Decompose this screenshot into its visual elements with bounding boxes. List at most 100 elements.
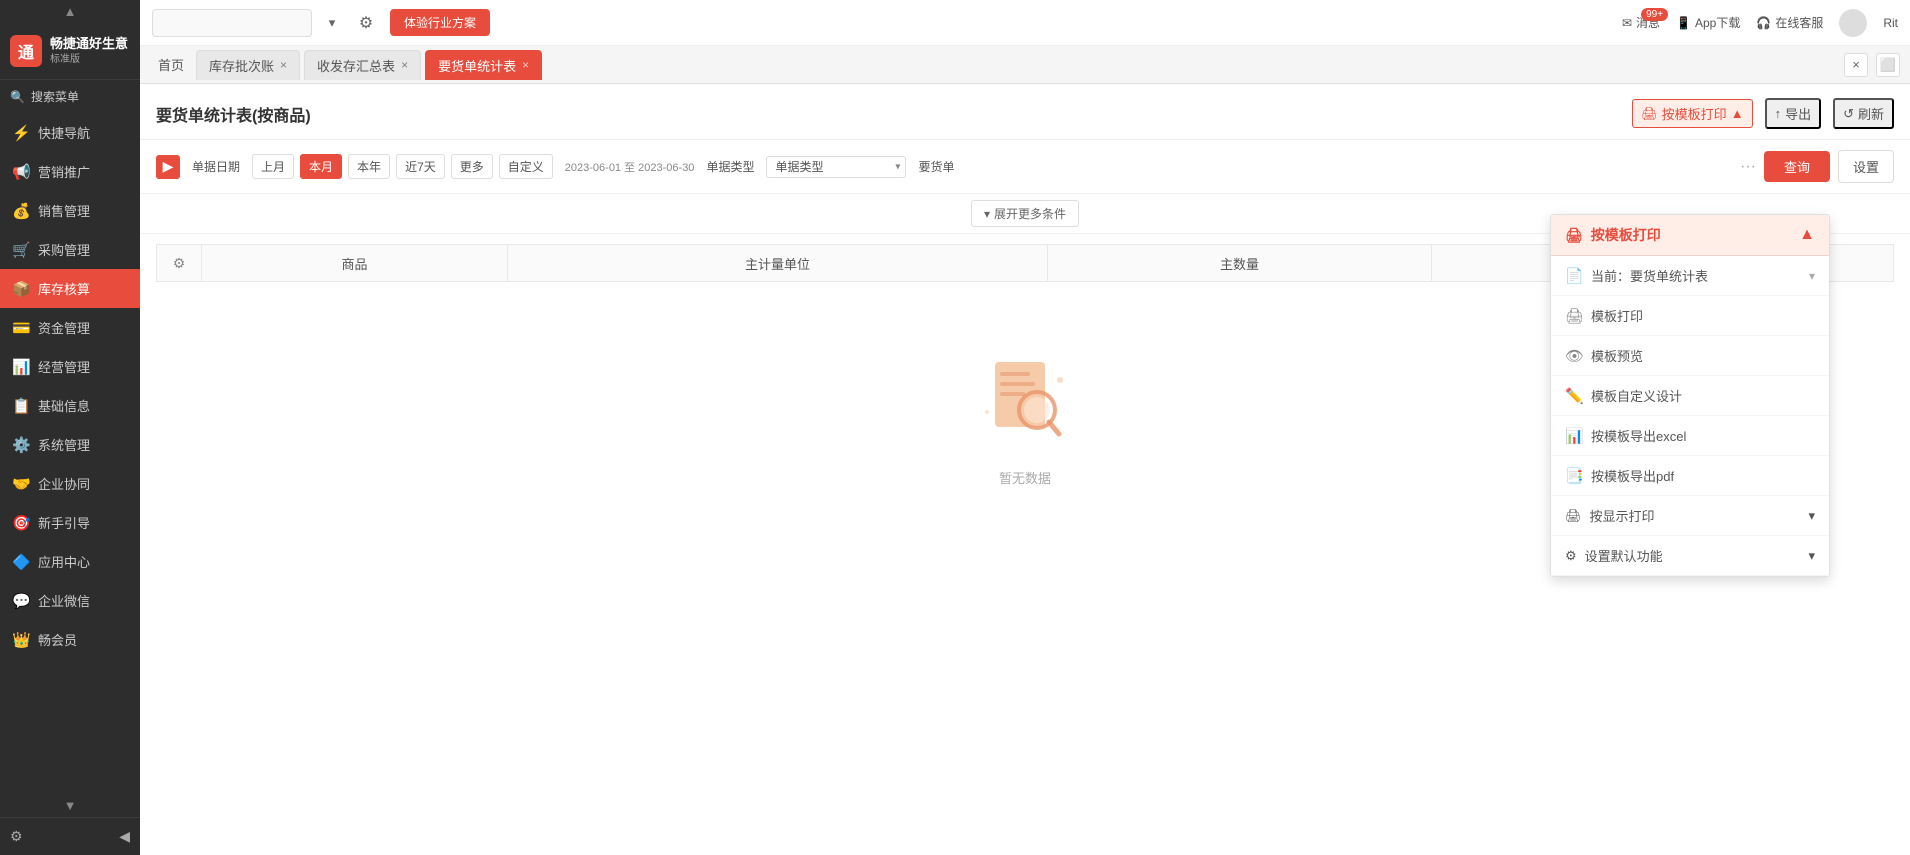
topbar-settings-btn[interactable]: ⚙	[352, 9, 380, 37]
print-dropdown-printer-icon: 🖨	[1565, 227, 1583, 244]
trial-industry-btn[interactable]: 体验行业方案	[390, 9, 490, 36]
sidebar-settings-btn[interactable]: ⚙	[10, 828, 23, 845]
page-title: 要货单统计表(按商品)	[156, 102, 311, 126]
print-template-label: 按模板打印	[1662, 104, 1727, 123]
app-center-icon: 🔷	[12, 553, 30, 571]
topbar-search-input[interactable]	[152, 9, 312, 37]
sidebar-item-quick-nav[interactable]: ⚡ 快捷导航	[0, 113, 140, 152]
print-current-icon: 📄	[1565, 267, 1583, 285]
tab-batch-account[interactable]: 库存批次账 ×	[196, 50, 300, 80]
print-dropdown-template-print-item[interactable]: 🖨 模板打印	[1551, 296, 1829, 336]
sidebar-item-member[interactable]: 👑 畅会员	[0, 620, 140, 659]
date-btn-more[interactable]: 更多	[451, 154, 493, 179]
sidebar-item-purchase[interactable]: 🛒 采购管理	[0, 230, 140, 269]
tab-batch-account-close[interactable]: ×	[280, 58, 287, 72]
page-actions: 🖨 按模板打印 ▲ ↑ 导出 ↺ 刷新	[1632, 98, 1894, 129]
export-icon: ↑	[1775, 106, 1782, 121]
tab-order-summary-close[interactable]: ×	[522, 58, 529, 72]
tab-collection-summary-label: 收发存汇总表	[317, 56, 395, 75]
system-icon: ⚙️	[12, 436, 30, 454]
sidebar-collapse-btn[interactable]: ◀	[119, 828, 130, 845]
date-btn-last-month[interactable]: 上月	[252, 154, 294, 179]
sidebar-item-basic-info[interactable]: 📋 基础信息	[0, 386, 140, 425]
date-btn-current-year[interactable]: 本年	[348, 154, 390, 179]
user-avatar[interactable]	[1839, 9, 1867, 37]
page-header: 要货单统计表(按商品) 🖨 按模板打印 ▲ ↑ 导出 ↺ 刷新	[140, 84, 1910, 140]
online-service-label: 在线客服	[1775, 14, 1823, 31]
sidebar-item-marketing[interactable]: 📢 营销推广	[0, 152, 140, 191]
tab-batch-account-label: 库存批次账	[209, 56, 274, 75]
search-icon: 🔍	[10, 90, 25, 104]
filter-bar: ▶ 单据日期 上月 本月 本年 近7天 更多 自定义 2023-06-01 至 …	[140, 140, 1910, 194]
sidebar-search-label: 搜索菜单	[31, 88, 79, 105]
template-custom-item-left: ✏️ 模板自定义设计	[1565, 386, 1682, 405]
export-btn[interactable]: ↑ 导出	[1765, 98, 1822, 129]
topbar-app-download-btn[interactable]: 📱 App下载	[1676, 14, 1740, 31]
filter-settings-btn[interactable]: 设置	[1838, 150, 1894, 183]
sidebar-item-finance[interactable]: 💳 资金管理	[0, 308, 140, 347]
tab-order-summary-label: 要货单统计表	[438, 56, 516, 75]
finance-icon: 💳	[12, 319, 30, 337]
topbar-dropdown-btn[interactable]: ▾	[322, 13, 342, 33]
print-dropdown-close-btn[interactable]: ▲	[1799, 226, 1815, 244]
expand-more-btn[interactable]: ▾ 展开更多条件	[971, 200, 1079, 227]
sidebar-item-label: 畅会员	[38, 630, 77, 649]
page-area: 要货单统计表(按商品) 🖨 按模板打印 ▲ ↑ 导出 ↺ 刷新 ▶	[140, 84, 1910, 855]
table-th-quantity: 主数量	[1047, 245, 1431, 282]
sidebar-item-label: 销售管理	[38, 201, 90, 220]
topbar-online-service-btn[interactable]: 🎧 在线客服	[1756, 14, 1823, 31]
table-column-settings-btn[interactable]: ⚙	[169, 253, 189, 273]
message-badge: 99+	[1641, 8, 1668, 21]
date-btn-custom[interactable]: 自定义	[499, 154, 553, 179]
tab-collection-summary[interactable]: 收发存汇总表 ×	[304, 50, 421, 80]
print-dropdown-export-pdf-item[interactable]: 📑 按模板导出pdf	[1551, 456, 1829, 496]
print-dropdown-display-print[interactable]: 🖨 按显示打印 ▾	[1551, 496, 1829, 536]
table-col-unit-label: 主计量单位	[745, 257, 810, 272]
type-select[interactable]: 单据类型 要货单	[766, 156, 906, 178]
print-dropdown-default-func[interactable]: ⚙ 设置默认功能 ▾	[1551, 536, 1829, 576]
sidebar-item-system[interactable]: ⚙️ 系统管理	[0, 425, 140, 464]
filter-action-group: ··· 查询 设置	[1740, 150, 1894, 183]
print-dropdown-template-preview-item[interactable]: 👁 模板预览	[1551, 336, 1829, 376]
sidebar-item-operations[interactable]: 📊 经营管理	[0, 347, 140, 386]
sidebar-item-guide[interactable]: 🎯 新手引导	[0, 503, 140, 542]
tab-collection-summary-close[interactable]: ×	[401, 58, 408, 72]
print-current-arrow: ▾	[1809, 269, 1815, 283]
date-btn-7days[interactable]: 近7天	[396, 154, 445, 179]
sidebar-item-wechat[interactable]: 💬 企业微信	[0, 581, 140, 620]
print-dropdown-title-group: 🖨 按模板打印	[1565, 225, 1661, 245]
sidebar-scroll-up[interactable]: ▲	[0, 0, 140, 23]
tabs-close-btn[interactable]: ×	[1844, 53, 1868, 77]
query-btn[interactable]: 查询	[1764, 151, 1830, 182]
topbar-message-btn[interactable]: ✉ 消息 99+	[1622, 14, 1660, 31]
filter-more-icon[interactable]: ···	[1740, 158, 1756, 176]
print-dropdown-current-item[interactable]: 📄 当前：要货单统计表 ▾	[1551, 256, 1829, 296]
tab-order-summary[interactable]: 要货单统计表 ×	[425, 50, 542, 80]
sidebar-scroll-down[interactable]: ▼	[0, 794, 140, 817]
sidebar-item-app-center[interactable]: 🔷 应用中心	[0, 542, 140, 581]
tabs-expand-btn[interactable]: ⬜	[1876, 53, 1900, 77]
filter-toggle-btn[interactable]: ▶	[156, 155, 180, 179]
tab-home[interactable]: 首页	[150, 50, 192, 80]
template-custom-label: 模板自定义设计	[1591, 386, 1682, 405]
sidebar-item-inventory[interactable]: 📦 库存核算	[0, 269, 140, 308]
sidebar-item-enterprise[interactable]: 🤝 企业协同	[0, 464, 140, 503]
sidebar-item-label: 企业微信	[38, 591, 90, 610]
sidebar-item-label: 快捷导航	[38, 123, 90, 142]
refresh-btn[interactable]: ↺ 刷新	[1833, 98, 1894, 129]
print-dropdown-template-custom-item[interactable]: ✏️ 模板自定义设计	[1551, 376, 1829, 416]
app-download-label: App下载	[1695, 14, 1740, 31]
print-dropdown-arrow[interactable]: ▲	[1731, 106, 1744, 121]
sidebar-item-label: 基础信息	[38, 396, 90, 415]
table-th-product: 商品	[202, 245, 508, 282]
export-pdf-label: 按模板导出pdf	[1591, 466, 1674, 485]
marketing-icon: 📢	[12, 163, 30, 181]
print-dropdown-export-excel-item[interactable]: 📊 按模板导出excel	[1551, 416, 1829, 456]
table-col-quantity-label: 主数量	[1220, 257, 1259, 272]
template-custom-icon: ✏️	[1565, 387, 1583, 405]
date-btn-current-month[interactable]: 本月	[300, 154, 342, 179]
table-th-settings: ⚙	[157, 245, 202, 282]
sidebar-item-sales[interactable]: 💰 销售管理	[0, 191, 140, 230]
print-template-btn[interactable]: 🖨 按模板打印 ▲	[1632, 99, 1752, 128]
sidebar-search[interactable]: 🔍 搜索菜单	[0, 80, 140, 113]
